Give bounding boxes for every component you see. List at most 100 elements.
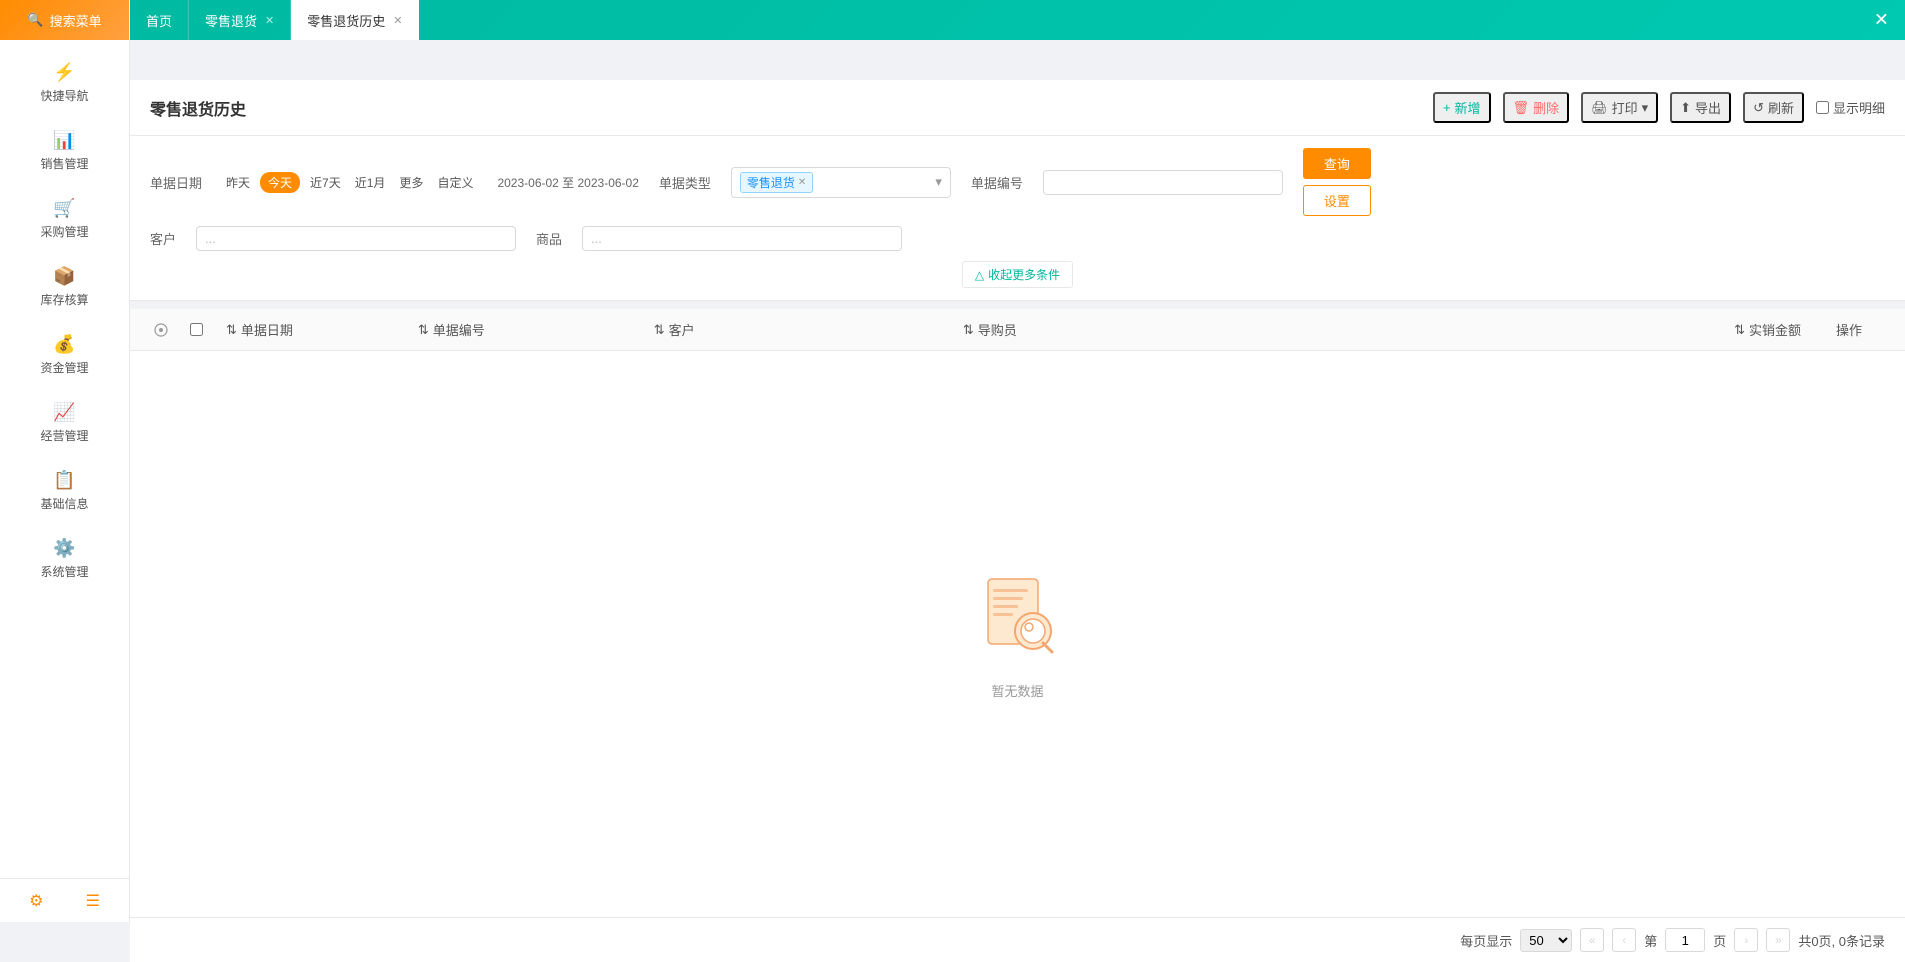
sidebar-item-sales-mgmt[interactable]: 📊 销售管理: [4, 118, 125, 184]
sidebar-search[interactable]: 🔍 搜索菜单: [0, 0, 129, 40]
refresh-button[interactable]: ↺ 刷新: [1743, 92, 1804, 123]
bill-type-label: 单据类型: [659, 173, 711, 192]
bill-type-tag: 零售退货 ✕: [740, 172, 813, 193]
next-page-btn[interactable]: ›: [1734, 928, 1758, 952]
date-range-value: 2023-06-02 至 2023-06-02: [497, 174, 638, 191]
sidebar-item-system-mgmt[interactable]: ⚙️ 系统管理: [4, 526, 125, 592]
customer-select[interactable]: ...: [196, 226, 516, 251]
sort-billno-icon: ⇅: [418, 322, 429, 338]
print-arrow: ▾: [1642, 100, 1649, 116]
goods-select[interactable]: ...: [582, 226, 902, 251]
th-date[interactable]: ⇅ 单据日期: [218, 320, 410, 339]
search-icon: 🔍: [27, 12, 43, 28]
settings-button[interactable]: 设置: [1303, 185, 1371, 216]
delete-icon: 🗑: [1513, 100, 1530, 116]
display-detail-checkbox[interactable]: 显示明细: [1816, 98, 1885, 117]
sidebar-item-operations[interactable]: 📈 经营管理: [4, 390, 125, 456]
th-guide[interactable]: ⇅ 导购员: [955, 320, 1191, 339]
bill-no-input[interactable]: [1043, 170, 1283, 195]
sidebar-item-inventory[interactable]: 📦 库存核算: [4, 254, 125, 320]
tab-home[interactable]: 首页: [130, 0, 189, 40]
new-button[interactable]: + 新增: [1433, 92, 1491, 123]
collapse-label: 收起更多条件: [988, 266, 1060, 283]
th-billno[interactable]: ⇅ 单据编号: [410, 320, 646, 339]
settings-bottom-icon[interactable]: ⚙: [29, 891, 43, 911]
refresh-label: 刷新: [1768, 98, 1794, 117]
sort-customer-icon: ⇅: [654, 322, 665, 338]
shortcut-today[interactable]: 今天: [260, 172, 300, 193]
sidebar-item-label: 经营管理: [40, 427, 88, 444]
tab-retail-return[interactable]: 零售退货 ✕: [189, 0, 291, 40]
basic-info-icon: 📋: [53, 470, 75, 491]
customer-filter-label: 客户: [150, 229, 176, 248]
date-filter-label: 单据日期: [150, 173, 202, 192]
tab-home-label: 首页: [146, 11, 172, 30]
shortcut-1month[interactable]: 近1月: [351, 172, 390, 193]
table-area: ⇅ 单据日期 ⇅ 单据编号 ⇅ 客户 ⇅ 导购员 ⇅ 实销金额 操作: [130, 309, 1905, 962]
delete-button[interactable]: 🗑 删除: [1503, 92, 1570, 123]
print-label: 打印: [1612, 98, 1638, 117]
shortcut-yesterday[interactable]: 昨天: [222, 172, 254, 193]
page-title: 零售退货历史: [150, 96, 246, 120]
th-date-label: 单据日期: [241, 320, 293, 339]
first-page-btn[interactable]: «: [1580, 928, 1604, 952]
prev-page-btn[interactable]: ‹: [1612, 928, 1636, 952]
collapse-button[interactable]: △ 收起更多条件: [962, 261, 1073, 288]
shortcut-7days[interactable]: 近7天: [306, 172, 345, 193]
query-button[interactable]: 查询: [1303, 148, 1371, 179]
system-icon: ⚙️: [53, 538, 75, 559]
tab-retail-return-history[interactable]: 零售退货历史 ✕: [291, 0, 419, 40]
print-button[interactable]: 🖨 打印 ▾: [1581, 92, 1658, 123]
th-settings[interactable]: [146, 323, 182, 337]
th-customer[interactable]: ⇅ 客户: [646, 320, 955, 339]
filter-row-1: 单据日期 昨天 今天 近7天 近1月 更多 自定义 2023-06-02 至 2…: [150, 148, 1885, 216]
sidebar-item-label: 采购管理: [40, 223, 88, 240]
purchase-icon: 🛒: [53, 198, 75, 219]
tab-retail-return-history-label: 零售退货历史: [307, 11, 385, 30]
th-checkbox[interactable]: [182, 323, 218, 336]
sidebar-item-basic-info[interactable]: 📋 基础信息: [4, 458, 125, 524]
bill-type-arrow: ▾: [935, 174, 942, 190]
table-header: ⇅ 单据日期 ⇅ 单据编号 ⇅ 客户 ⇅ 导购员 ⇅ 实销金额 操作: [130, 309, 1905, 351]
sales-icon: 📊: [53, 130, 75, 151]
sidebar-item-label: 资金管理: [40, 359, 88, 376]
customer-placeholder: ...: [205, 231, 216, 246]
display-detail-input[interactable]: [1816, 101, 1829, 114]
bill-type-tag-close[interactable]: ✕: [798, 177, 806, 188]
sidebar-item-finance[interactable]: 💰 资金管理: [4, 322, 125, 388]
select-all-checkbox[interactable]: [190, 323, 203, 336]
last-page-btn[interactable]: »: [1766, 928, 1790, 952]
empty-text: 暂无数据: [991, 681, 1043, 700]
sidebar-item-quick-nav[interactable]: ⚡ 快捷导航: [4, 50, 125, 116]
window-close-icon[interactable]: ✕: [1874, 10, 1889, 31]
operations-icon: 📈: [53, 402, 75, 423]
export-button[interactable]: ⬆ 导出: [1670, 92, 1731, 123]
tab-retail-return-close[interactable]: ✕: [265, 14, 274, 27]
th-customer-label: 客户: [669, 320, 695, 339]
sidebar-item-label: 快捷导航: [40, 87, 88, 104]
refresh-icon: ↺: [1753, 100, 1764, 116]
sidebar-item-label: 销售管理: [40, 155, 88, 172]
top-bar: 首页 零售退货 ✕ 零售退货历史 ✕ ✕: [0, 0, 1905, 40]
collapse-icon: △: [975, 268, 984, 282]
menu-bottom-icon[interactable]: ☰: [86, 891, 100, 911]
sidebar: 🔍 搜索菜单 ⚡ 快捷导航 📊 销售管理 🛒 采购管理 📦 库存核算 💰 资金管…: [0, 0, 130, 922]
page-label-after: 页: [1713, 931, 1726, 950]
th-amount[interactable]: ⇅ 实销金额: [1646, 320, 1809, 339]
new-label: 新增: [1455, 98, 1481, 117]
quick-nav-icon: ⚡: [53, 62, 75, 83]
date-shortcuts: 昨天 今天 近7天 近1月 更多 自定义: [222, 172, 477, 193]
sidebar-item-purchase-mgmt[interactable]: 🛒 采购管理: [4, 186, 125, 252]
shortcut-custom[interactable]: 自定义: [433, 172, 477, 193]
th-billno-label: 单据编号: [433, 320, 485, 339]
filter-row-2: 客户 ... 商品 ...: [150, 226, 1885, 251]
sidebar-item-label: 系统管理: [40, 563, 88, 580]
sort-guide-icon: ⇅: [963, 322, 974, 338]
page-size-select[interactable]: 50 10 20 100: [1520, 929, 1572, 952]
page-input[interactable]: [1665, 928, 1705, 952]
delete-label: 删除: [1533, 98, 1559, 117]
shortcut-more[interactable]: 更多: [395, 172, 427, 193]
tab-retail-return-history-close[interactable]: ✕: [393, 14, 402, 27]
bill-type-select[interactable]: 零售退货 ✕ ▾: [731, 167, 951, 198]
query-settings-group: 查询 设置: [1303, 148, 1371, 216]
